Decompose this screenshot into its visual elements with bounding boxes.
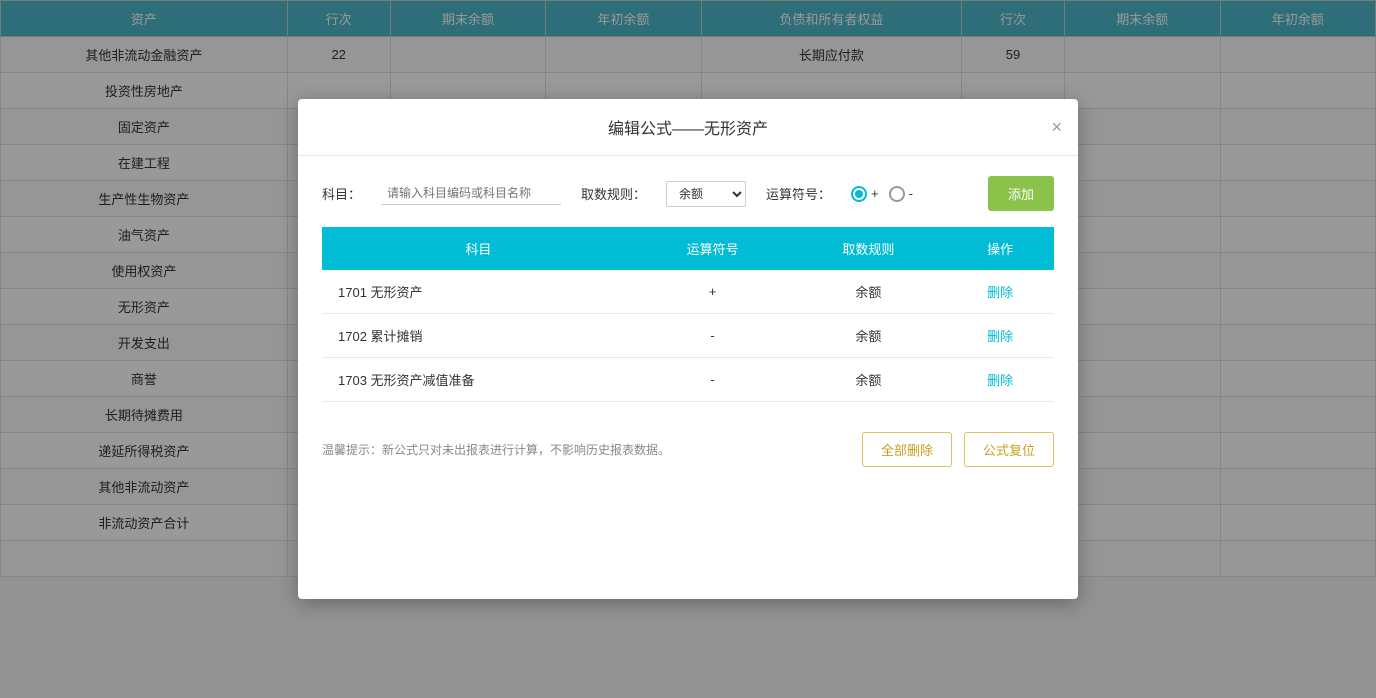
formula-operator: - xyxy=(635,358,791,402)
subject-label: 科目： xyxy=(322,184,361,203)
th-subject: 科目 xyxy=(322,227,635,270)
formula-row: 1701 无形资产 + 余额 删除 xyxy=(322,270,1054,314)
modal-overlay: 编辑公式——无形资产 × 科目： 取数规则： 余额 运算符号： + xyxy=(0,0,1376,698)
delete-all-button[interactable]: 全部删除 xyxy=(862,432,952,467)
add-button[interactable]: 添加 xyxy=(988,176,1054,211)
delete-link[interactable]: 删除 xyxy=(987,285,1013,300)
radio-minus[interactable]: - xyxy=(889,186,913,202)
modal-footer: 温馨提示：新公式只对未出报表进行计算，不影响历史报表数据。 全部删除 公式复位 xyxy=(298,412,1078,467)
data-table-wrap: 科目 运算符号 取数规则 操作 1701 无形资产 + 余额 删除 1702 累… xyxy=(322,227,1054,402)
formula-rule: 余额 xyxy=(791,314,947,358)
operator-radio-group: + - xyxy=(851,186,913,202)
formula-row: 1702 累计摊销 - 余额 删除 xyxy=(322,314,1054,358)
formula-subject: 1701 无形资产 xyxy=(322,270,635,314)
delete-link[interactable]: 删除 xyxy=(987,373,1013,388)
operator-label: 运算符号： xyxy=(766,184,831,203)
radio-minus-label: - xyxy=(909,186,913,201)
th-operator: 运算符号 xyxy=(635,227,791,270)
modal-title: 编辑公式——无形资产 xyxy=(608,121,768,138)
radio-minus-circle xyxy=(889,186,905,202)
footer-buttons: 全部删除 公式复位 xyxy=(862,432,1054,467)
modal-close-button[interactable]: × xyxy=(1051,118,1062,136)
rule-label: 取数规则： xyxy=(581,184,646,203)
modal-dialog: 编辑公式——无形资产 × 科目： 取数规则： 余额 运算符号： + xyxy=(298,99,1078,599)
formula-action[interactable]: 删除 xyxy=(946,358,1054,402)
th-rule: 取数规则 xyxy=(791,227,947,270)
formula-operator: - xyxy=(635,314,791,358)
form-row: 科目： 取数规则： 余额 运算符号： + - 添 xyxy=(298,156,1078,227)
subject-input[interactable] xyxy=(381,182,561,205)
formula-operator: + xyxy=(635,270,791,314)
radio-plus-label: + xyxy=(871,186,879,201)
radio-plus[interactable]: + xyxy=(851,186,879,202)
rule-select[interactable]: 余额 xyxy=(666,181,746,207)
radio-plus-circle xyxy=(851,186,867,202)
footer-tip: 温馨提示：新公式只对未出报表进行计算，不影响历史报表数据。 xyxy=(322,441,670,458)
formula-table: 科目 运算符号 取数规则 操作 1701 无形资产 + 余额 删除 1702 累… xyxy=(322,227,1054,402)
reset-formula-button[interactable]: 公式复位 xyxy=(964,432,1054,467)
formula-subject: 1702 累计摊销 xyxy=(322,314,635,358)
th-action: 操作 xyxy=(946,227,1054,270)
formula-rule: 余额 xyxy=(791,358,947,402)
page-container: 资产 行次 期末余额 年初余额 负债和所有者权益 行次 期末余额 年初余额 其他… xyxy=(0,0,1376,698)
formula-subject: 1703 无形资产减值准备 xyxy=(322,358,635,402)
delete-link[interactable]: 删除 xyxy=(987,329,1013,344)
modal-header: 编辑公式——无形资产 × xyxy=(298,99,1078,156)
formula-row: 1703 无形资产减值准备 - 余额 删除 xyxy=(322,358,1054,402)
formula-rule: 余额 xyxy=(791,270,947,314)
rule-select-wrap: 余额 xyxy=(666,181,746,207)
formula-action[interactable]: 删除 xyxy=(946,314,1054,358)
formula-action[interactable]: 删除 xyxy=(946,270,1054,314)
table-header-row: 科目 运算符号 取数规则 操作 xyxy=(322,227,1054,270)
